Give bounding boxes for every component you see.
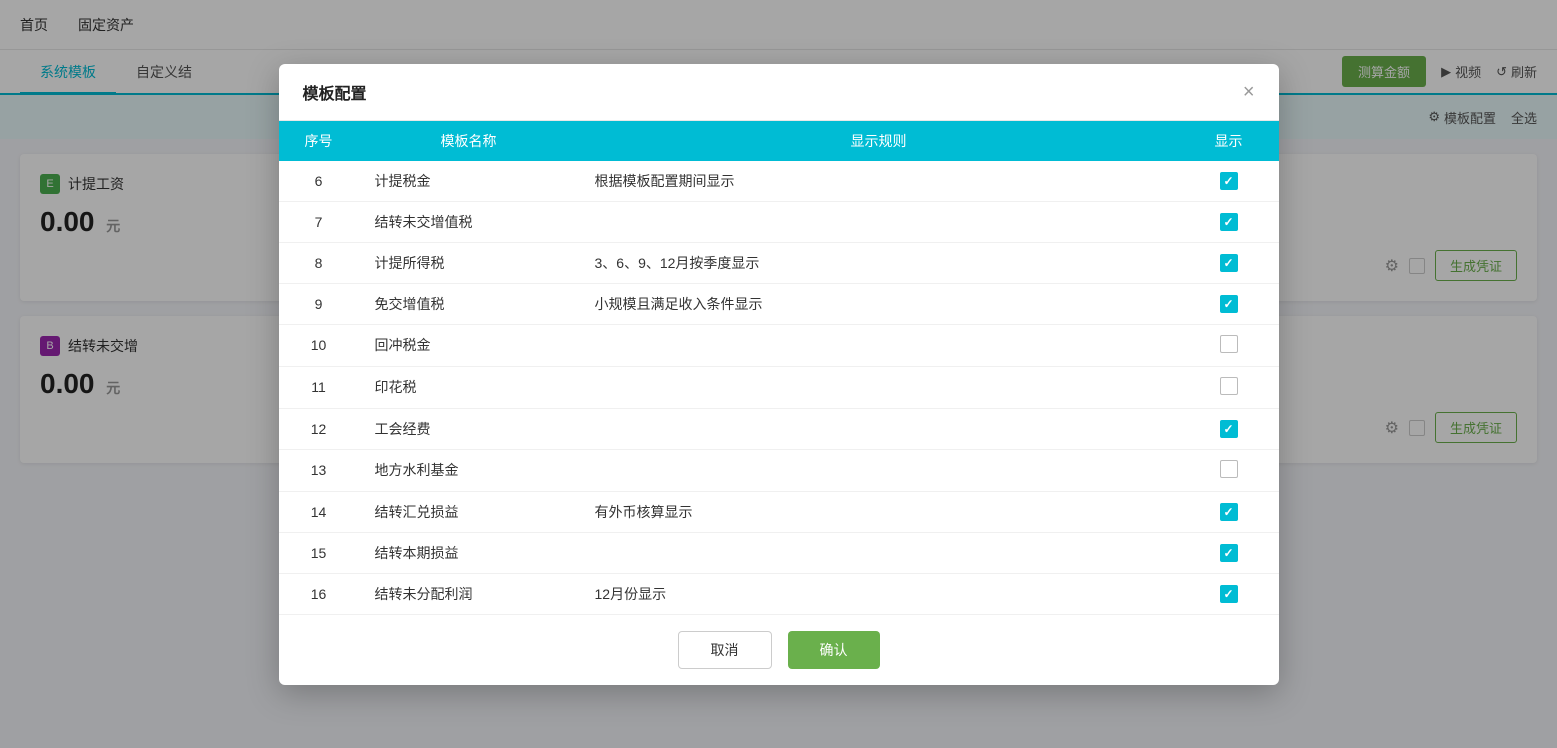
row-rule: [579, 449, 1179, 491]
row-name: 印花税: [359, 366, 579, 408]
row-rule: [579, 201, 1179, 242]
row-name: 免交增值税: [359, 283, 579, 324]
row-name: 回冲税金: [359, 324, 579, 366]
row-seq: 16: [279, 573, 359, 614]
table-body: 6计提税金根据模板配置期间显示7结转未交增值税8计提所得税3、6、9、12月按季…: [279, 161, 1279, 614]
row-seq: 12: [279, 408, 359, 449]
row-checkbox[interactable]: [1220, 254, 1238, 272]
row-rule: 小规模且满足收入条件显示: [579, 283, 1179, 324]
row-checkbox[interactable]: [1220, 377, 1238, 395]
row-checkbox-cell: [1179, 324, 1279, 366]
row-seq: 6: [279, 161, 359, 202]
row-checkbox[interactable]: [1220, 420, 1238, 438]
table-row: 16结转未分配利润12月份显示: [279, 573, 1279, 614]
row-name: 地方水利基金: [359, 449, 579, 491]
row-checkbox-cell: [1179, 161, 1279, 202]
col-seq: 序号: [279, 121, 359, 161]
modal-body: 序号 模板名称 显示规则 显示 6计提税金根据模板配置期间显示7结转未交增值税8…: [279, 121, 1279, 614]
row-rule: 根据模板配置期间显示: [579, 161, 1179, 202]
row-checkbox-cell: [1179, 449, 1279, 491]
row-checkbox[interactable]: [1220, 460, 1238, 478]
row-checkbox[interactable]: [1220, 335, 1238, 353]
row-seq: 11: [279, 366, 359, 408]
col-name: 模板名称: [359, 121, 579, 161]
confirm-button[interactable]: 确认: [788, 631, 880, 669]
row-rule: [579, 532, 1179, 573]
row-checkbox-cell: [1179, 242, 1279, 283]
row-checkbox[interactable]: [1220, 503, 1238, 521]
col-rule: 显示规则: [579, 121, 1179, 161]
modal-close-button[interactable]: ×: [1243, 82, 1255, 102]
table-row: 11印花税: [279, 366, 1279, 408]
row-checkbox-cell: [1179, 283, 1279, 324]
row-checkbox[interactable]: [1220, 213, 1238, 231]
row-seq: 7: [279, 201, 359, 242]
row-name: 结转汇兑损益: [359, 491, 579, 532]
table-header: 序号 模板名称 显示规则 显示: [279, 121, 1279, 161]
row-seq: 15: [279, 532, 359, 573]
row-name: 计提所得税: [359, 242, 579, 283]
table-row: 10回冲税金: [279, 324, 1279, 366]
row-checkbox-cell: [1179, 532, 1279, 573]
row-checkbox[interactable]: [1220, 544, 1238, 562]
row-rule: [579, 324, 1179, 366]
row-checkbox[interactable]: [1220, 585, 1238, 603]
row-checkbox[interactable]: [1220, 295, 1238, 313]
table-row: 13地方水利基金: [279, 449, 1279, 491]
row-checkbox-cell: [1179, 366, 1279, 408]
row-checkbox-cell: [1179, 491, 1279, 532]
row-name: 结转未分配利润: [359, 573, 579, 614]
row-name: 计提税金: [359, 161, 579, 202]
table-row: 6计提税金根据模板配置期间显示: [279, 161, 1279, 202]
row-seq: 13: [279, 449, 359, 491]
template-config-modal: 模板配置 × 序号 模板名称 显示规则 显示 6计提税金根据模板配置期间显: [279, 64, 1279, 685]
row-name: 结转未交增值税: [359, 201, 579, 242]
row-rule: 3、6、9、12月按季度显示: [579, 242, 1179, 283]
modal-scroll-area[interactable]: 序号 模板名称 显示规则 显示 6计提税金根据模板配置期间显示7结转未交增值税8…: [279, 121, 1279, 614]
row-rule: [579, 408, 1179, 449]
row-rule: 有外币核算显示: [579, 491, 1179, 532]
table-row: 12工会经费: [279, 408, 1279, 449]
row-checkbox-cell: [1179, 408, 1279, 449]
row-checkbox-cell: [1179, 201, 1279, 242]
modal-header: 模板配置 ×: [279, 64, 1279, 121]
row-name: 结转本期损益: [359, 532, 579, 573]
row-checkbox-cell: [1179, 573, 1279, 614]
modal-overlay: 模板配置 × 序号 模板名称 显示规则 显示 6计提税金根据模板配置期间显: [0, 0, 1557, 748]
row-seq: 8: [279, 242, 359, 283]
table-row: 7结转未交增值税: [279, 201, 1279, 242]
row-rule: 12月份显示: [579, 573, 1179, 614]
row-seq: 10: [279, 324, 359, 366]
table-row: 8计提所得税3、6、9、12月按季度显示: [279, 242, 1279, 283]
table-row: 14结转汇兑损益有外币核算显示: [279, 491, 1279, 532]
col-display: 显示: [1179, 121, 1279, 161]
table-row: 15结转本期损益: [279, 532, 1279, 573]
row-rule: [579, 366, 1179, 408]
row-seq: 14: [279, 491, 359, 532]
modal-title: 模板配置: [303, 80, 367, 104]
modal-footer: 取消 确认: [279, 614, 1279, 685]
row-seq: 9: [279, 283, 359, 324]
row-name: 工会经费: [359, 408, 579, 449]
cancel-button[interactable]: 取消: [678, 631, 772, 669]
config-table: 序号 模板名称 显示规则 显示 6计提税金根据模板配置期间显示7结转未交增值税8…: [279, 121, 1279, 614]
table-row: 9免交增值税小规模且满足收入条件显示: [279, 283, 1279, 324]
row-checkbox[interactable]: [1220, 172, 1238, 190]
